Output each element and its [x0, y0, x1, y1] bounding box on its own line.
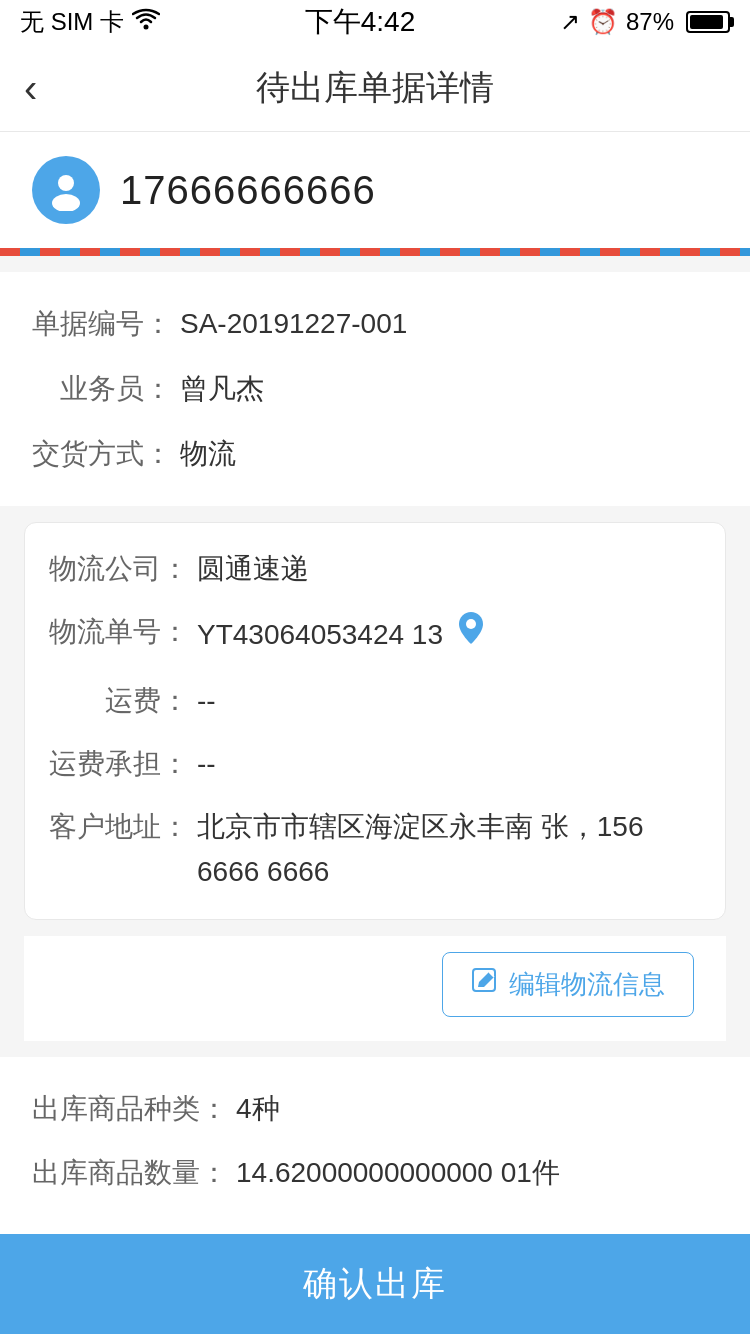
avatar: [32, 156, 100, 224]
carrier-label: 无 SIM 卡: [20, 6, 124, 38]
logistics-company-row: 物流公司： 圆通速递: [49, 547, 701, 592]
basic-info-section: 单据编号： SA-20191227-001 业务员： 曾凡杰 交货方式： 物流: [0, 272, 750, 506]
wifi-icon: [132, 8, 160, 36]
confirm-outbound-label: 确认出库: [303, 1261, 447, 1307]
edit-logistics-label: 编辑物流信息: [509, 967, 665, 1002]
freight-row: 运费： --: [49, 679, 701, 724]
edit-logistics-button[interactable]: 编辑物流信息: [442, 952, 694, 1017]
freight-bear-value: --: [189, 742, 701, 787]
alarm-icon: ⏰: [588, 8, 618, 36]
page-title: 待出库单据详情: [256, 65, 494, 111]
goods-quantity-row: 出库商品数量： 14.62000000000000 01件: [32, 1151, 718, 1196]
confirm-outbound-button[interactable]: 确认出库: [0, 1234, 750, 1334]
delivery-label: 交货方式：: [32, 432, 172, 477]
back-button[interactable]: ‹: [24, 68, 37, 108]
salesman-label: 业务员：: [32, 367, 172, 412]
freight-value: --: [189, 679, 701, 724]
svg-point-1: [58, 175, 74, 191]
map-pin-icon[interactable]: [455, 610, 487, 661]
order-no-label: 单据编号：: [32, 302, 172, 347]
battery-icon: [686, 11, 730, 33]
customer-phone: 17666666666: [120, 168, 376, 213]
freight-bear-row: 运费承担： --: [49, 742, 701, 787]
logistics-card: 物流公司： 圆通速递 物流单号： YT43064053424 13 运费： --…: [24, 522, 726, 919]
freight-bear-label: 运费承担：: [49, 742, 189, 787]
delivery-row: 交货方式： 物流: [32, 432, 718, 477]
location-status-icon: ↗: [560, 8, 580, 36]
status-bar: 无 SIM 卡 下午4:42 ↗ ⏰ 87%: [0, 0, 750, 44]
goods-quantity-value: 14.62000000000000 01件: [228, 1151, 718, 1196]
battery-percent: 87%: [626, 8, 674, 36]
goods-type-row: 出库商品种类： 4种: [32, 1087, 718, 1132]
salesman-row: 业务员： 曾凡杰: [32, 367, 718, 412]
goods-type-value: 4种: [228, 1087, 718, 1132]
section-separator: [0, 1041, 750, 1057]
status-bar-time: 下午4:42: [305, 3, 416, 41]
freight-label: 运费：: [49, 679, 189, 724]
address-value: 北京市市辖区海淀区永丰南 张，156 6666 6666: [189, 805, 701, 895]
customer-section: 17666666666: [0, 132, 750, 248]
address-row: 客户地址： 北京市市辖区海淀区永丰南 张，156 6666 6666: [49, 805, 701, 895]
edit-btn-container: 编辑物流信息: [24, 936, 726, 1041]
quantity-section: 出库商品种类： 4种 出库商品数量： 14.62000000000000 01件: [0, 1057, 750, 1227]
salesman-value: 曾凡杰: [172, 367, 718, 412]
order-no-row: 单据编号： SA-20191227-001: [32, 302, 718, 347]
nav-bar: ‹ 待出库单据详情: [0, 44, 750, 132]
svg-point-2: [52, 194, 80, 211]
status-bar-right: ↗ ⏰ 87%: [560, 8, 730, 36]
goods-quantity-label: 出库商品数量：: [32, 1151, 228, 1196]
svg-point-3: [466, 619, 476, 629]
logistics-tracking-row: 物流单号： YT43064053424 13: [49, 610, 701, 661]
svg-point-0: [144, 25, 149, 30]
order-no-value: SA-20191227-001: [172, 302, 718, 347]
delivery-value: 物流: [172, 432, 718, 477]
dashed-divider: [0, 248, 750, 256]
status-bar-left: 无 SIM 卡: [20, 6, 160, 38]
logistics-tracking-label: 物流单号：: [49, 610, 189, 655]
logistics-company-value: 圆通速递: [189, 547, 701, 592]
logistics-tracking-value: YT43064053424 13: [189, 610, 701, 661]
goods-type-label: 出库商品种类：: [32, 1087, 228, 1132]
logistics-company-label: 物流公司：: [49, 547, 189, 592]
address-label: 客户地址：: [49, 805, 189, 850]
edit-icon: [471, 967, 499, 1002]
